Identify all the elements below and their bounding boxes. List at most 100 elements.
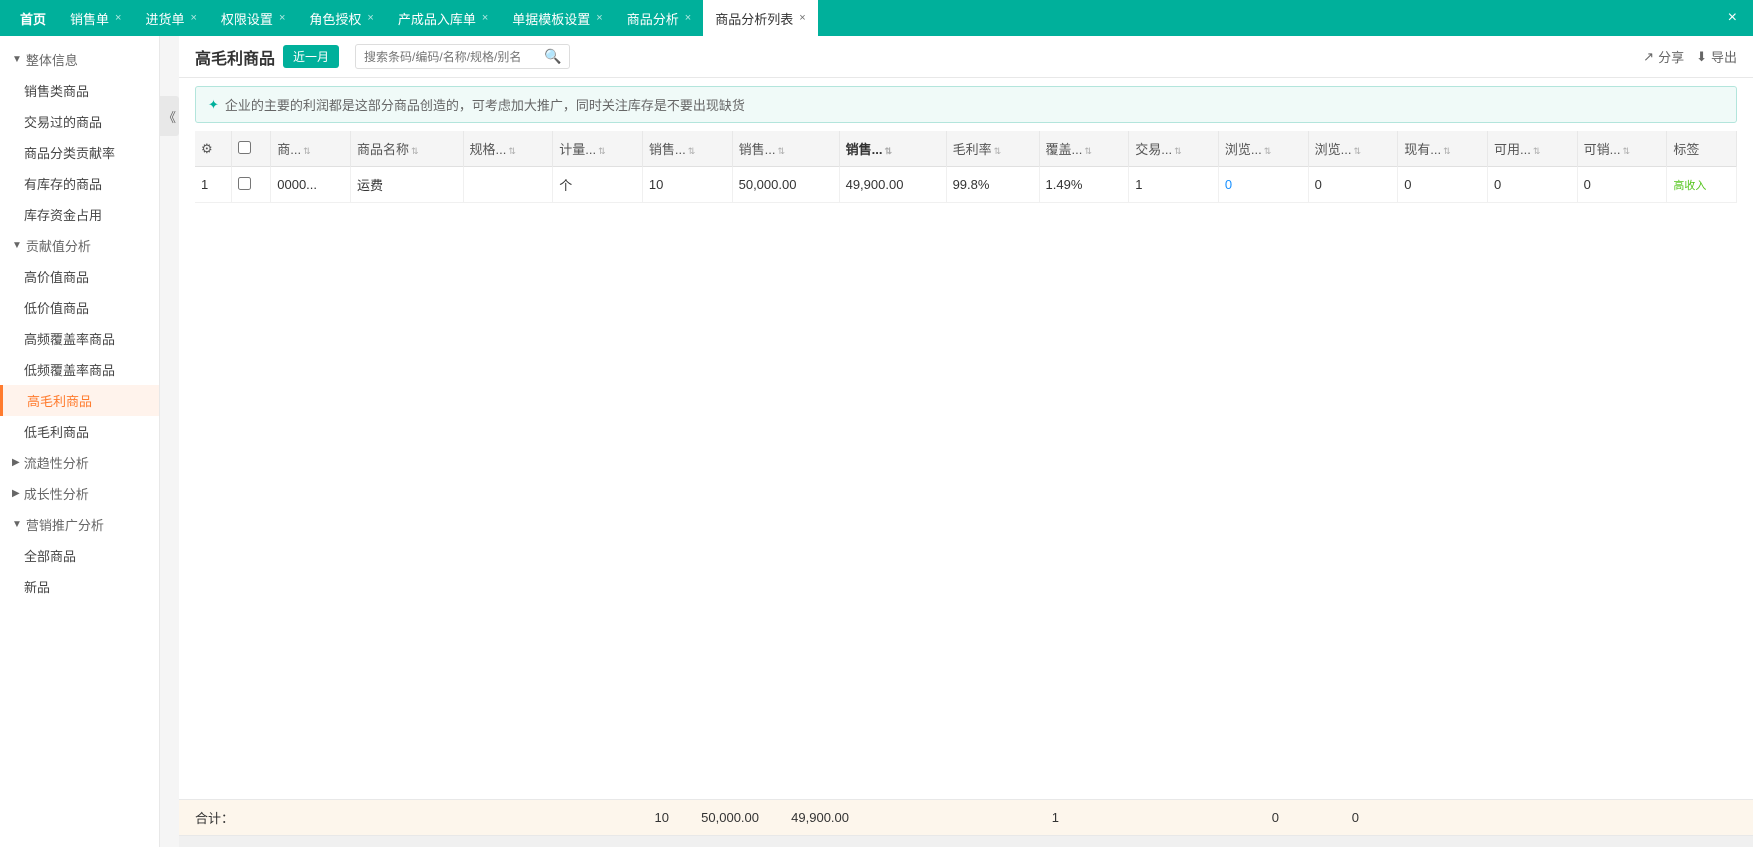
sidebar-item-sales-goods[interactable]: 销售类商品 bbox=[0, 75, 159, 106]
sidebar-item-traded-goods[interactable]: 交易过的商品 bbox=[0, 106, 159, 137]
arrow-icon-trend: ▶ bbox=[12, 457, 20, 468]
col-name[interactable]: 商品名称⇅ bbox=[350, 131, 463, 167]
export-button[interactable]: ⬇ 导出 bbox=[1696, 47, 1737, 66]
export-icon: ⬇ bbox=[1696, 49, 1707, 65]
cell-coverage: 1.49% bbox=[1039, 167, 1129, 203]
footer-sales-cost: 49,900.00 bbox=[765, 810, 855, 825]
cell-spec bbox=[463, 167, 553, 203]
col-browse1[interactable]: 浏览...⇅ bbox=[1218, 131, 1308, 167]
main-layout: ▼ 整体信息 销售类商品 交易过的商品 商品分类贡献率 有库存的商品 库存资金占… bbox=[0, 36, 1753, 847]
sidebar-item-high-value[interactable]: 高价值商品 bbox=[0, 261, 159, 292]
col-current-stock[interactable]: 现有...⇅ bbox=[1398, 131, 1488, 167]
table-container: ⚙ 商...⇅ 商品名称⇅ 规格...⇅ 计量...⇅ 销售...⇅ 销售...… bbox=[195, 131, 1737, 799]
close-tab-role[interactable]: × bbox=[367, 12, 373, 24]
close-tab-sales[interactable]: × bbox=[115, 12, 121, 24]
col-browse2[interactable]: 浏览...⇅ bbox=[1308, 131, 1398, 167]
sidebar-item-high-margin[interactable]: 高毛利商品 bbox=[0, 385, 159, 416]
tab-home[interactable]: 首页 bbox=[8, 0, 58, 36]
sidebar-section-marketing[interactable]: ▼ 营销推广分析 bbox=[0, 509, 159, 540]
horizontal-scrollbar[interactable] bbox=[179, 835, 1753, 847]
cell-available: 0 bbox=[1487, 167, 1577, 203]
search-input[interactable] bbox=[364, 50, 544, 64]
cell-sales-qty: 10 bbox=[642, 167, 732, 203]
close-tab-purchase[interactable]: × bbox=[190, 12, 196, 24]
cell-current-stock: 0 bbox=[1398, 167, 1488, 203]
sidebar-item-low-margin[interactable]: 低毛利商品 bbox=[0, 416, 159, 447]
col-coverage[interactable]: 覆盖...⇅ bbox=[1039, 131, 1129, 167]
cell-checkbox bbox=[231, 167, 270, 203]
sidebar-item-all-goods[interactable]: 全部商品 bbox=[0, 540, 159, 571]
sidebar-section-overall[interactable]: ▼ 整体信息 bbox=[0, 44, 159, 75]
sidebar-item-low-freq[interactable]: 低频覆盖率商品 bbox=[0, 354, 159, 385]
footer-sales-qty: 10 bbox=[615, 810, 675, 825]
sidebar-item-inventory-occupy[interactable]: 库存资金占用 bbox=[0, 199, 159, 230]
arrow-icon-value: ▼ bbox=[12, 240, 22, 251]
search-icon[interactable]: 🔍 bbox=[544, 48, 561, 65]
cell-sales-cost: 49,900.00 bbox=[839, 167, 946, 203]
footer-current-stock: 0 bbox=[1205, 810, 1285, 825]
cell-margin-rate: 99.8% bbox=[946, 167, 1039, 203]
footer-available: 0 bbox=[1285, 810, 1365, 825]
close-tab-finished[interactable]: × bbox=[482, 12, 488, 24]
col-code[interactable]: 商...⇅ bbox=[271, 131, 351, 167]
sidebar-item-inventory-goods[interactable]: 有库存的商品 bbox=[0, 168, 159, 199]
sidebar-item-analysis-contrib[interactable]: 商品分类贡献率 bbox=[0, 137, 159, 168]
cell-code: 0000... bbox=[271, 167, 351, 203]
close-all-tabs[interactable]: × bbox=[1720, 9, 1745, 27]
tab-permission[interactable]: 权限设置 × bbox=[209, 0, 297, 36]
tab-analysis[interactable]: 商品分析 × bbox=[615, 0, 703, 36]
col-sales-cost[interactable]: 销售...⇅ bbox=[839, 131, 946, 167]
sidebar-collapse-button[interactable]: 《 bbox=[160, 96, 179, 136]
tab-analysis-list[interactable]: 商品分析列表 × bbox=[703, 0, 817, 36]
sidebar-wrapper: ▼ 整体信息 销售类商品 交易过的商品 商品分类贡献率 有库存的商品 库存资金占… bbox=[0, 36, 179, 847]
cell-sales-amount: 50,000.00 bbox=[732, 167, 839, 203]
tab-role[interactable]: 角色授权 × bbox=[297, 0, 385, 36]
row-checkbox[interactable] bbox=[238, 177, 251, 190]
sidebar-section-value[interactable]: ▼ 贡献值分析 bbox=[0, 230, 159, 261]
arrow-icon-marketing: ▼ bbox=[12, 519, 22, 530]
col-available[interactable]: 可用...⇅ bbox=[1487, 131, 1577, 167]
right-actions: ↗ 分享 ⬇ 导出 bbox=[1643, 47, 1737, 66]
col-saleable[interactable]: 可销...⇅ bbox=[1577, 131, 1667, 167]
info-icon: ✦ bbox=[208, 97, 219, 113]
content-area: 高毛利商品 近一月 🔍 ↗ 分享 ⬇ 导出 ✦ 企业的主要的利润都是这部分商品创… bbox=[179, 36, 1753, 847]
tab-purchase[interactable]: 进货单 × bbox=[133, 0, 208, 36]
cell-name: 运费 bbox=[350, 167, 463, 203]
col-sales-qty[interactable]: 销售...⇅ bbox=[642, 131, 732, 167]
sidebar: ▼ 整体信息 销售类商品 交易过的商品 商品分类贡献率 有库存的商品 库存资金占… bbox=[0, 36, 160, 847]
content-header: 高毛利商品 近一月 🔍 ↗ 分享 ⬇ 导出 bbox=[179, 36, 1753, 78]
col-spec[interactable]: 规格...⇅ bbox=[463, 131, 553, 167]
close-tab-analysis[interactable]: × bbox=[685, 12, 691, 24]
arrow-icon: ▼ bbox=[12, 54, 22, 65]
period-button[interactable]: 近一月 bbox=[283, 45, 339, 68]
col-sales-amount[interactable]: 销售...⇅ bbox=[732, 131, 839, 167]
tab-template[interactable]: 单据模板设置 × bbox=[500, 0, 614, 36]
share-icon: ↗ bbox=[1643, 49, 1654, 65]
share-button[interactable]: ↗ 分享 bbox=[1643, 47, 1684, 66]
tab-sales[interactable]: 销售单 × bbox=[58, 0, 133, 36]
tab-finished[interactable]: 产成品入库单 × bbox=[386, 0, 500, 36]
sidebar-item-high-freq[interactable]: 高频覆盖率商品 bbox=[0, 323, 159, 354]
cell-browse1: 0 bbox=[1218, 167, 1308, 203]
col-tag[interactable]: 标签 bbox=[1667, 131, 1737, 167]
cell-tag: 高收入 bbox=[1667, 167, 1737, 203]
close-tab-analysis-list[interactable]: × bbox=[799, 12, 805, 24]
sidebar-section-trend[interactable]: ▶ 流趋性分析 bbox=[0, 447, 159, 478]
top-nav: 首页 销售单 × 进货单 × 权限设置 × 角色授权 × 产成品入库单 × 单据… bbox=[0, 0, 1753, 36]
col-margin-rate[interactable]: 毛利率⇅ bbox=[946, 131, 1039, 167]
table-row: 1 0000... 运费 个 10 50,000.00 49,900.00 99… bbox=[195, 167, 1736, 203]
select-all-checkbox[interactable] bbox=[238, 141, 251, 154]
col-settings[interactable]: ⚙ bbox=[195, 131, 231, 167]
arrow-icon-growth: ▶ bbox=[12, 488, 20, 499]
sidebar-section-growth[interactable]: ▶ 成长性分析 bbox=[0, 478, 159, 509]
col-transaction[interactable]: 交易...⇅ bbox=[1129, 131, 1219, 167]
sidebar-item-low-value[interactable]: 低价值商品 bbox=[0, 292, 159, 323]
close-tab-permission[interactable]: × bbox=[279, 12, 285, 24]
close-tab-template[interactable]: × bbox=[596, 12, 602, 24]
col-unit[interactable]: 计量...⇅ bbox=[553, 131, 643, 167]
cell-unit: 个 bbox=[553, 167, 643, 203]
footer-label: 合计： bbox=[195, 808, 275, 827]
sidebar-item-new-goods[interactable]: 新品 bbox=[0, 571, 159, 602]
table-header-row: ⚙ 商...⇅ 商品名称⇅ 规格...⇅ 计量...⇅ 销售...⇅ 销售...… bbox=[195, 131, 1736, 167]
cell-num: 1 bbox=[195, 167, 231, 203]
